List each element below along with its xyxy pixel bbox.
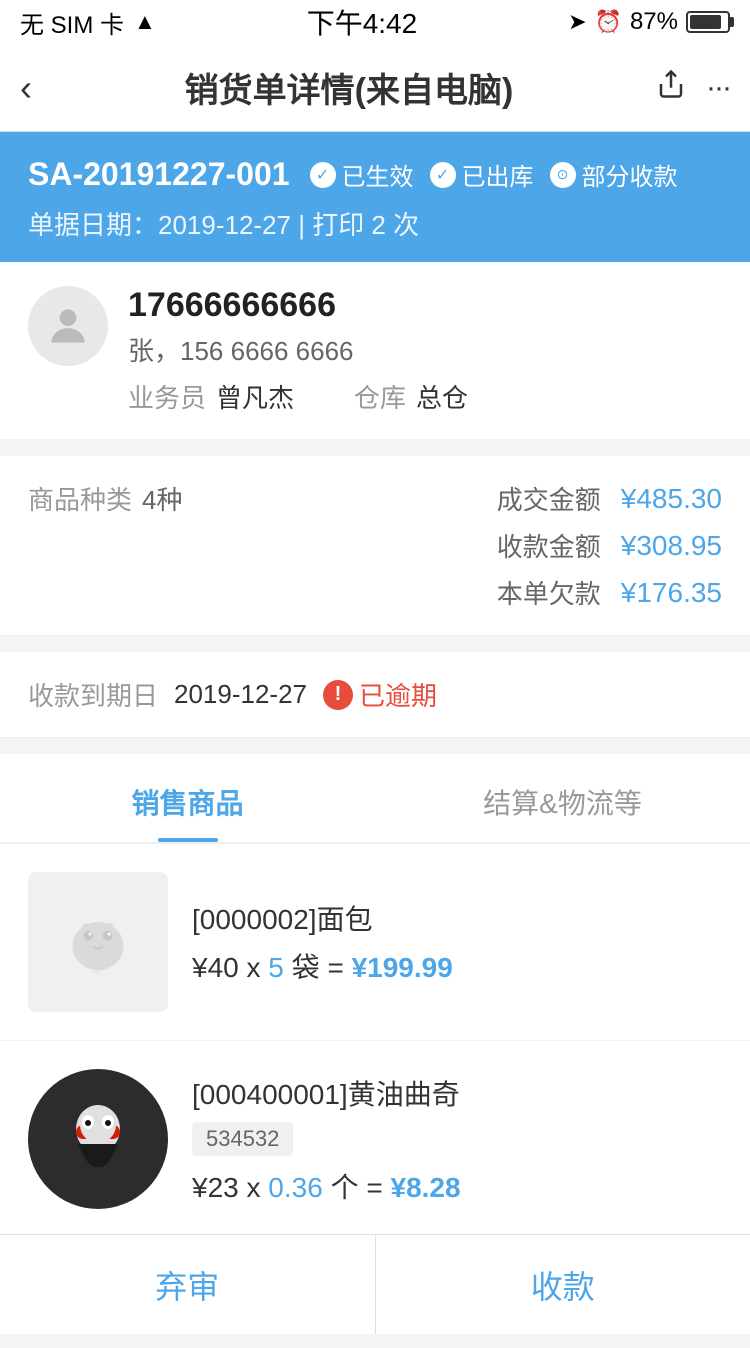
status-badge-partial: ⊙ 部分收款 xyxy=(550,157,678,192)
order-header: SA-20191227-001 ✓ 已生效 ✓ 已出库 ⊙ 部分收款 单据日期：… xyxy=(0,132,750,262)
deal-amount: ¥485.30 xyxy=(621,483,722,515)
battery-label: 87% xyxy=(630,8,678,36)
product-types: 商品种类 4种 xyxy=(28,480,182,517)
page-title: 销货单详情(来自电脑) xyxy=(42,63,656,112)
product-name-2: [000400001]黄油曲奇 xyxy=(192,1073,722,1113)
cancel-review-button[interactable]: 弃审 xyxy=(0,1235,376,1334)
nav-actions: ··· xyxy=(656,69,730,107)
time-label: 下午4:42 xyxy=(307,2,418,42)
order-date: 单据日期：2019-12-27 | 打印 2 次 xyxy=(28,205,722,242)
types-value: 4种 xyxy=(142,480,182,517)
product-image-1: 易+ xyxy=(28,872,168,1012)
due-date-value: 2019-12-27 xyxy=(174,679,307,710)
status-badge-shipped: ✓ 已出库 xyxy=(430,157,534,192)
customer-id: 17666666666 xyxy=(128,286,722,325)
summary-left: 商品种类 4种 xyxy=(28,480,182,517)
product-pricing-1: ¥40 x 5 袋 = ¥199.99 xyxy=(192,946,722,986)
check-icon-1: ✓ xyxy=(310,162,336,188)
svg-text:易+: 易+ xyxy=(92,965,105,974)
back-button[interactable]: ‹ xyxy=(10,57,42,119)
share-icon[interactable] xyxy=(656,69,686,107)
product-item-2: [000400001]黄油曲奇 534532 ¥23 x 0.36 个 = ¥8… xyxy=(0,1041,750,1238)
deal-label: 成交金额 xyxy=(497,480,601,517)
salesperson-value: 曾凡杰 xyxy=(216,378,294,415)
status-badge-effective: ✓ 已生效 xyxy=(310,157,414,192)
navigation-bar: ‹ 销货单详情(来自电脑) ··· xyxy=(0,44,750,132)
tabs-section: 销售商品 结算&物流等 xyxy=(0,754,750,844)
status-partial-label: 部分收款 xyxy=(582,157,678,192)
product-name-1: [0000002]面包 xyxy=(192,898,722,938)
overdue-icon: ! xyxy=(323,680,353,710)
status-effective-label: 已生效 xyxy=(342,157,414,192)
bottom-action-bar: 弃审 收款 xyxy=(0,1234,750,1334)
received-amount-row: 收款金额 ¥308.95 xyxy=(497,527,722,564)
product-info-1: [0000002]面包 ¥40 x 5 袋 = ¥199.99 xyxy=(192,898,722,986)
summary-right: 成交金额 ¥485.30 收款金额 ¥308.95 本单欠款 ¥176.35 xyxy=(497,480,722,611)
products-section: 易+ [0000002]面包 ¥40 x 5 袋 = ¥199.99 xyxy=(0,844,750,1238)
status-shipped-label: 已出库 xyxy=(462,157,534,192)
owe-amount-row: 本单欠款 ¥176.35 xyxy=(497,574,722,611)
owe-label: 本单欠款 xyxy=(497,574,601,611)
product-info-2: [000400001]黄油曲奇 534532 ¥23 x 0.36 个 = ¥8… xyxy=(192,1073,722,1206)
status-left: 无 SIM 卡 ▲ xyxy=(20,5,156,40)
salesperson-item: 业务员 曾凡杰 xyxy=(128,378,294,415)
collect-payment-button[interactable]: 收款 xyxy=(376,1235,750,1334)
product-pricing-2: ¥23 x 0.36 个 = ¥8.28 xyxy=(192,1166,722,1206)
check-icon-2: ✓ xyxy=(430,162,456,188)
salesperson-label: 业务员 xyxy=(128,378,206,415)
types-label: 商品种类 xyxy=(28,480,132,517)
avatar xyxy=(28,286,108,366)
status-right: ➤ ⏰ 87% xyxy=(568,8,730,36)
received-amount: ¥308.95 xyxy=(621,530,722,562)
overdue-label: 已逾期 xyxy=(359,676,437,713)
alarm-icon: ⏰ xyxy=(595,9,622,35)
warehouse-item: 仓库 总仓 xyxy=(354,378,468,415)
received-label: 收款金额 xyxy=(497,527,601,564)
battery-indicator xyxy=(686,11,730,33)
overdue-badge: ! 已逾期 xyxy=(323,676,437,713)
more-icon[interactable]: ··· xyxy=(706,71,730,105)
tab-settlement-logistics[interactable]: 结算&物流等 xyxy=(375,754,750,842)
warehouse-value: 总仓 xyxy=(416,378,468,415)
warehouse-label: 仓库 xyxy=(354,378,406,415)
due-label: 收款到期日 xyxy=(28,676,158,713)
status-badges: ✓ 已生效 ✓ 已出库 ⊙ 部分收款 xyxy=(310,157,678,192)
due-date-section: 收款到期日 2019-12-27 ! 已逾期 xyxy=(0,652,750,738)
battery-fill xyxy=(690,15,721,29)
status-bar: 无 SIM 卡 ▲ 下午4:42 ➤ ⏰ 87% xyxy=(0,0,750,44)
product-sku-2: 534532 xyxy=(192,1122,293,1156)
customer-section: 17666666666 张，156 6666 6666 业务员 曾凡杰 仓库 总… xyxy=(0,262,750,440)
clock-icon: ⊙ xyxy=(550,162,576,188)
customer-meta: 业务员 曾凡杰 仓库 总仓 xyxy=(128,378,722,415)
customer-info: 17666666666 张，156 6666 6666 业务员 曾凡杰 仓库 总… xyxy=(128,286,722,415)
tab-sales-products[interactable]: 销售商品 xyxy=(0,754,375,842)
carrier-label: 无 SIM 卡 xyxy=(20,5,124,40)
order-number: SA-20191227-001 xyxy=(28,156,290,193)
product-image-2 xyxy=(28,1069,168,1209)
customer-contact: 张，156 6666 6666 xyxy=(128,331,722,368)
wifi-icon: ▲ xyxy=(134,9,156,35)
owe-amount: ¥176.35 xyxy=(621,577,722,609)
summary-section: 商品种类 4种 成交金额 ¥485.30 收款金额 ¥308.95 本单欠款 ¥… xyxy=(0,456,750,636)
deal-amount-row: 成交金额 ¥485.30 xyxy=(497,480,722,517)
product-item: 易+ [0000002]面包 ¥40 x 5 袋 = ¥199.99 xyxy=(0,844,750,1041)
location-icon: ➤ xyxy=(568,9,586,35)
